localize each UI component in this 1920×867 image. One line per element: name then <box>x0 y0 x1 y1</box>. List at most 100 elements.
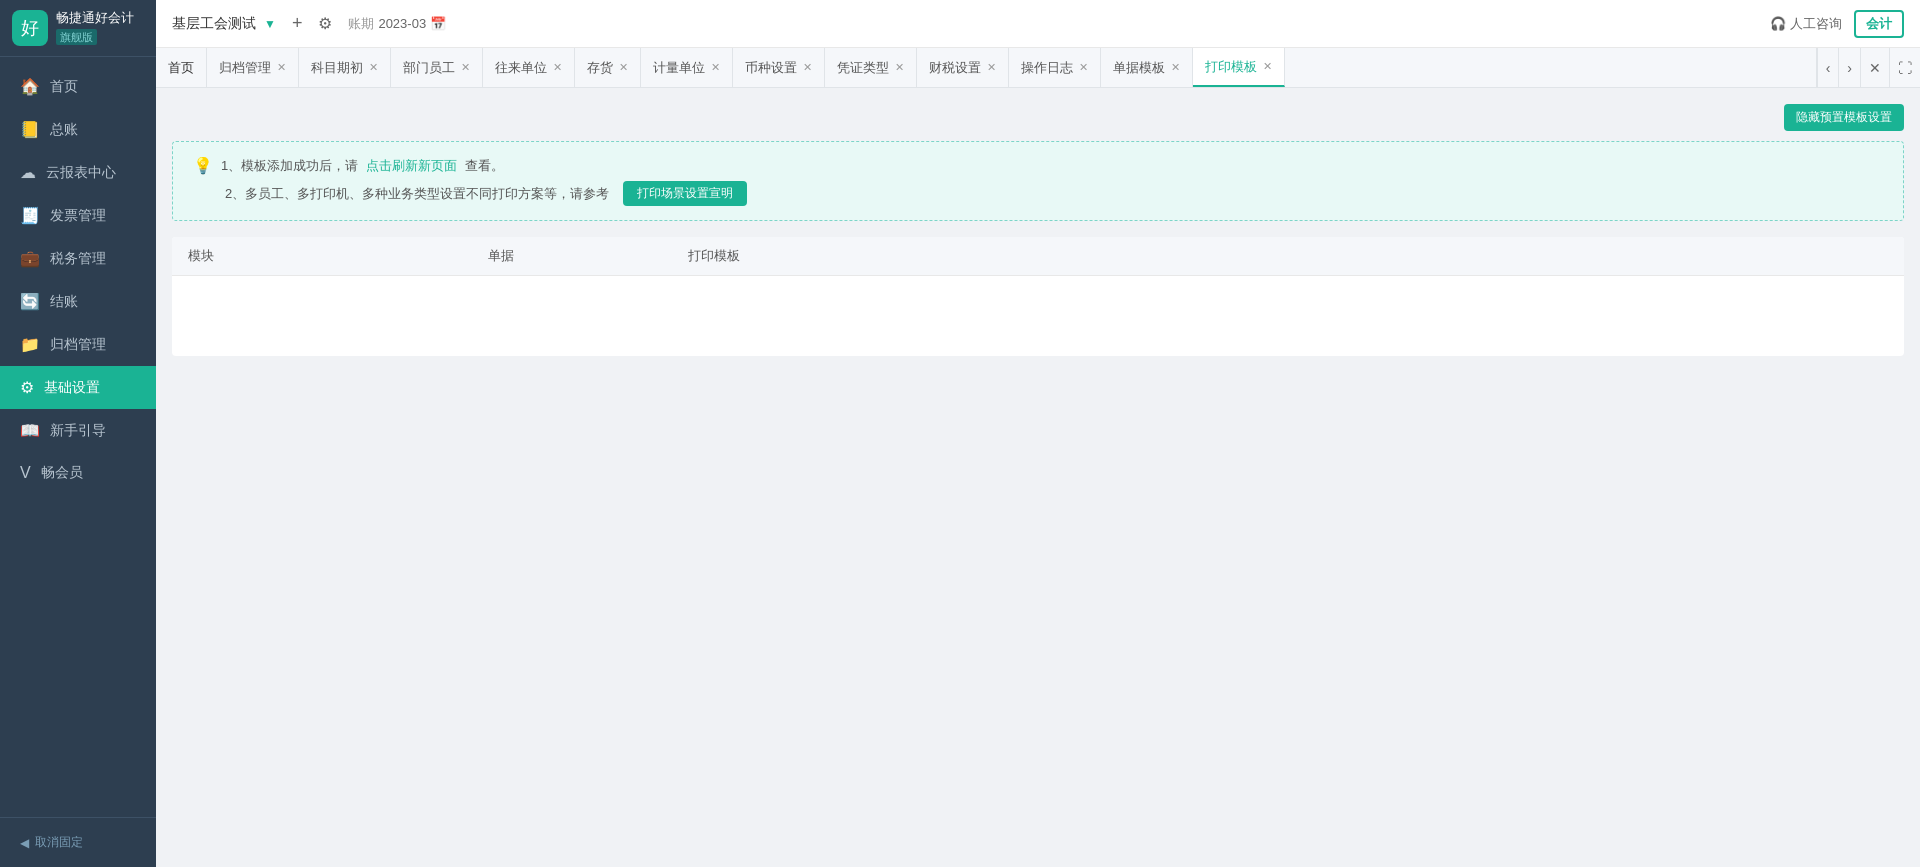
tab-label-measure-unit: 计量单位 <box>653 59 705 77</box>
main-area: 基层工会测试 ▼ + ⚙ 账期 2023-03 📅 🎧 人工咨询 会计 <box>156 0 1920 867</box>
tab-measure-unit[interactable]: 计量单位 ✕ <box>641 48 733 87</box>
refresh-link[interactable]: 点击刷新新页面 <box>366 157 457 175</box>
settings-icon[interactable]: ⚙ <box>314 10 336 37</box>
sidebar-label-archive: 归档管理 <box>50 336 106 354</box>
sidebar-item-tax[interactable]: 💼 税务管理 <box>0 237 156 280</box>
tab-operation-log[interactable]: 操作日志 ✕ <box>1009 48 1101 87</box>
sidebar-icon-checkout: 🔄 <box>20 292 40 311</box>
sidebar-item-settings[interactable]: ⚙ 基础设置 <box>0 366 156 409</box>
hide-template-button[interactable]: 隐藏预置模板设置 <box>1784 104 1904 131</box>
sidebar-label-settings: 基础设置 <box>44 379 100 397</box>
info-line1-prefix: 1、模板添加成功后，请 <box>221 157 358 175</box>
print-template-table: 模块 单据 打印模板 <box>172 237 1904 356</box>
sidebar-logo: 好 畅捷通好会计 旗舰版 <box>0 0 156 57</box>
tabbar: 首页归档管理✕科目期初✕部门员工✕往来单位✕存货✕计量单位✕币种设置✕凭证类型✕… <box>156 48 1920 88</box>
sidebar-item-ledger[interactable]: 📒 总账 <box>0 108 156 151</box>
tab-voucher-type[interactable]: 凭证类型 ✕ <box>825 48 917 87</box>
tab-label-currency: 币种设置 <box>745 59 797 77</box>
print-scene-button[interactable]: 打印场景设置宣明 <box>623 181 747 206</box>
tab-archive-mgmt[interactable]: 归档管理 ✕ <box>207 48 299 87</box>
tab-close-button[interactable]: ✕ <box>1860 48 1889 88</box>
tab-home[interactable]: 首页 <box>156 48 207 87</box>
tab-subject-init[interactable]: 科目期初✕ <box>299 48 391 87</box>
tab-tax-settings[interactable]: 财税设置 ✕ <box>917 48 1009 87</box>
tab-print-template[interactable]: 打印模板✕ <box>1193 48 1285 87</box>
sidebar-label-ledger: 总账 <box>50 121 78 139</box>
tab-close-partner[interactable]: ✕ <box>553 61 562 74</box>
tab-close-measure-unit[interactable]: ✕ <box>711 61 720 74</box>
table-body <box>172 276 1904 356</box>
support-label: 人工咨询 <box>1790 15 1842 33</box>
tab-label-tax-settings: 财税设置 <box>929 59 981 77</box>
tab-close-currency[interactable]: ✕ <box>803 61 812 74</box>
tab-inventory[interactable]: 存货 ✕ <box>575 48 641 87</box>
sidebar-item-home[interactable]: 🏠 首页 <box>0 65 156 108</box>
sidebar-icon-archive: 📁 <box>20 335 40 354</box>
tab-dept-staff[interactable]: 部门员工 ✕ <box>391 48 483 87</box>
tab-label-dept-staff: 部门员工 <box>403 59 455 77</box>
sidebar-label-vip: 畅会员 <box>41 464 83 482</box>
sidebar-label-checkout: 结账 <box>50 293 78 311</box>
info-box: 💡 1、模板添加成功后，请 点击刷新新页面 查看。 2、多员工、多打印机、多种业… <box>172 141 1904 221</box>
sidebar-item-reports[interactable]: ☁ 云报表中心 <box>0 151 156 194</box>
unpin-label: 取消固定 <box>35 834 83 851</box>
sidebar-label-guide: 新手引导 <box>50 422 106 440</box>
tab-close-archive-mgmt[interactable]: ✕ <box>277 61 286 74</box>
tab-partner[interactable]: 往来单位 ✕ <box>483 48 575 87</box>
tab-label-partner: 往来单位 <box>495 59 547 77</box>
tab-label-archive-mgmt: 归档管理 <box>219 59 271 77</box>
tab-close-operation-log[interactable]: ✕ <box>1079 61 1088 74</box>
tab-close-dept-staff[interactable]: ✕ <box>461 61 470 74</box>
tab-close-voucher-type[interactable]: ✕ <box>895 61 904 74</box>
project-selector[interactable]: 基层工会测试 ▼ <box>172 15 276 33</box>
period-display: 账期 2023-03 📅 <box>348 15 446 33</box>
unpin-icon: ◀ <box>20 836 29 850</box>
tab-close-single-template[interactable]: ✕ <box>1171 61 1180 74</box>
tab-label-single-template: 单据模板 <box>1113 59 1165 77</box>
tab-close-inventory[interactable]: ✕ <box>619 61 628 74</box>
bulb-icon: 💡 <box>193 156 213 175</box>
tab-single-template[interactable]: 单据模板 ✕ <box>1101 48 1193 87</box>
add-tab-button[interactable]: + <box>288 9 307 38</box>
sidebar-item-archive[interactable]: 📁 归档管理 <box>0 323 156 366</box>
sidebar-footer[interactable]: ◀ 取消固定 <box>0 817 156 867</box>
tab-label-inventory: 存货 <box>587 59 613 77</box>
sidebar-item-vip[interactable]: V 畅会员 <box>0 452 156 494</box>
tab-fullscreen-button[interactable]: ⛶ <box>1889 48 1920 88</box>
info-row-1: 💡 1、模板添加成功后，请 点击刷新新页面 查看。 <box>193 156 1883 175</box>
calendar-icon[interactable]: 📅 <box>430 16 446 31</box>
sidebar-item-invoice[interactable]: 🧾 发票管理 <box>0 194 156 237</box>
headset-icon: 🎧 <box>1770 16 1786 31</box>
sidebar-icon-guide: 📖 <box>20 421 40 440</box>
sidebar-icon-reports: ☁ <box>20 163 36 182</box>
tab-close-print-template[interactable]: ✕ <box>1263 60 1272 73</box>
tab-label-voucher-type: 凭证类型 <box>837 59 889 77</box>
sidebar-label-home: 首页 <box>50 78 78 96</box>
topbar: 基层工会测试 ▼ + ⚙ 账期 2023-03 📅 🎧 人工咨询 会计 <box>156 0 1920 48</box>
info-line2-prefix: 2、多员工、多打印机、多种业务类型设置不同打印方案等，请参考 <box>225 185 609 203</box>
logo-icon: 好 <box>12 10 48 46</box>
content-area: 隐藏预置模板设置 💡 1、模板添加成功后，请 点击刷新新页面 查看。 2、多员工… <box>156 88 1920 867</box>
sidebar-item-checkout[interactable]: 🔄 结账 <box>0 280 156 323</box>
tab-currency[interactable]: 币种设置 ✕ <box>733 48 825 87</box>
tab-controls: ‹ › ✕ ⛶ <box>1816 48 1920 88</box>
sidebar-icon-invoice: 🧾 <box>20 206 40 225</box>
sidebar: 好 畅捷通好会计 旗舰版 🏠 首页📒 总账☁ 云报表中心🧾 发票管理💼 税务管理… <box>0 0 156 867</box>
sidebar-nav: 🏠 首页📒 总账☁ 云报表中心🧾 发票管理💼 税务管理🔄 结账📁 归档管理⚙ 基… <box>0 57 156 817</box>
tab-close-tax-settings[interactable]: ✕ <box>987 61 996 74</box>
tab-next-button[interactable]: › <box>1838 48 1860 88</box>
sidebar-label-invoice: 发票管理 <box>50 207 106 225</box>
tab-label-operation-log: 操作日志 <box>1021 59 1073 77</box>
sidebar-icon-settings: ⚙ <box>20 378 34 397</box>
tab-label-home: 首页 <box>168 59 194 77</box>
tab-close-subject-init[interactable]: ✕ <box>369 61 378 74</box>
info-line1-suffix: 查看。 <box>465 157 504 175</box>
period-label: 账期 <box>348 15 374 33</box>
kuaiji-button[interactable]: 会计 <box>1854 10 1904 38</box>
topbar-actions: + ⚙ <box>288 9 337 38</box>
support-button[interactable]: 🎧 人工咨询 <box>1770 15 1842 33</box>
table-header: 模块 单据 打印模板 <box>172 237 1904 276</box>
project-dropdown-icon: ▼ <box>264 17 276 31</box>
sidebar-item-guide[interactable]: 📖 新手引导 <box>0 409 156 452</box>
tab-prev-button[interactable]: ‹ <box>1817 48 1839 88</box>
